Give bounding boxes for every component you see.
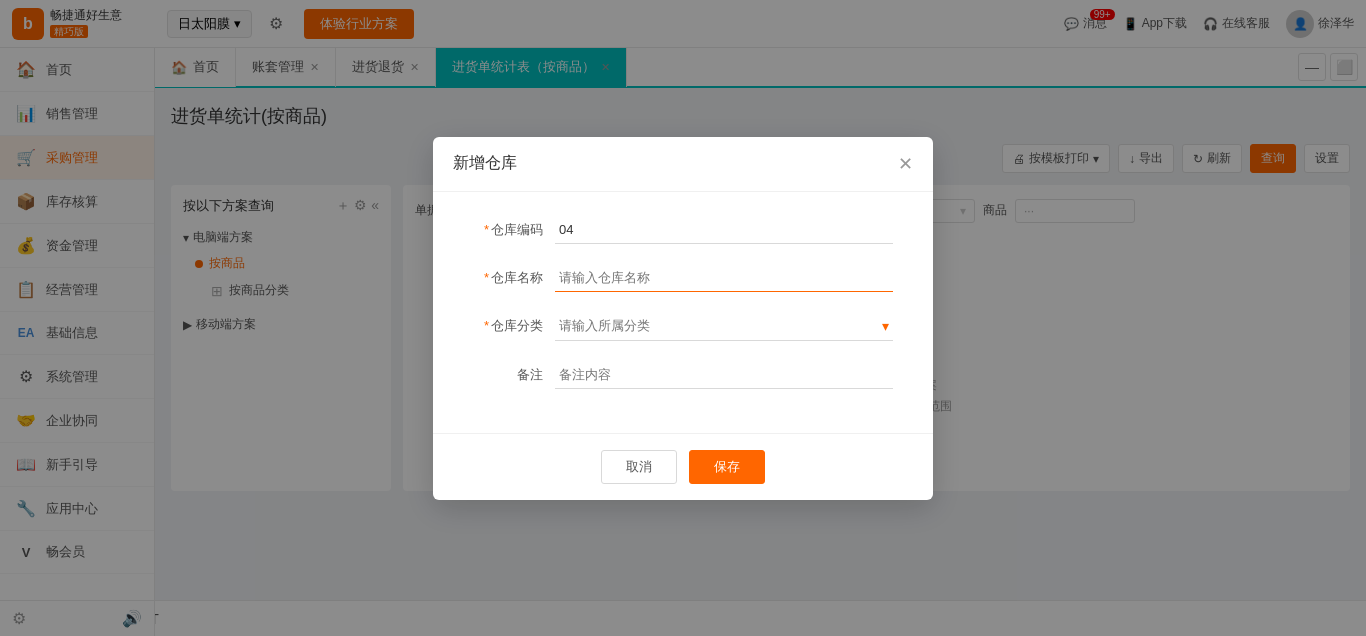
new-warehouse-modal: 新增仓库 ✕ 仓库编码 仓库名称 仓库分类 ▾ bbox=[433, 137, 933, 500]
modal-header: 新增仓库 ✕ bbox=[433, 137, 933, 192]
form-row-code: 仓库编码 bbox=[473, 216, 893, 244]
category-dropdown-icon: ▾ bbox=[882, 318, 889, 334]
modal-overlay[interactable]: 新增仓库 ✕ 仓库编码 仓库名称 仓库分类 ▾ bbox=[0, 0, 1366, 636]
form-row-remark: 备注 bbox=[473, 361, 893, 389]
modal-close-button[interactable]: ✕ bbox=[898, 153, 913, 175]
name-label: 仓库名称 bbox=[473, 269, 543, 287]
category-select[interactable]: ▾ bbox=[555, 312, 893, 341]
category-label: 仓库分类 bbox=[473, 317, 543, 335]
remark-input[interactable] bbox=[555, 361, 893, 389]
cancel-button[interactable]: 取消 bbox=[601, 450, 677, 484]
form-row-name: 仓库名称 bbox=[473, 264, 893, 292]
category-input[interactable] bbox=[559, 318, 882, 333]
name-input[interactable] bbox=[555, 264, 893, 292]
remark-label: 备注 bbox=[473, 366, 543, 384]
form-row-category: 仓库分类 ▾ bbox=[473, 312, 893, 341]
code-input[interactable] bbox=[555, 216, 893, 244]
modal-title: 新增仓库 bbox=[453, 153, 517, 174]
code-label: 仓库编码 bbox=[473, 221, 543, 239]
modal-footer: 取消 保存 bbox=[433, 433, 933, 500]
save-button[interactable]: 保存 bbox=[689, 450, 765, 484]
modal-body: 仓库编码 仓库名称 仓库分类 ▾ 备注 bbox=[433, 192, 933, 433]
